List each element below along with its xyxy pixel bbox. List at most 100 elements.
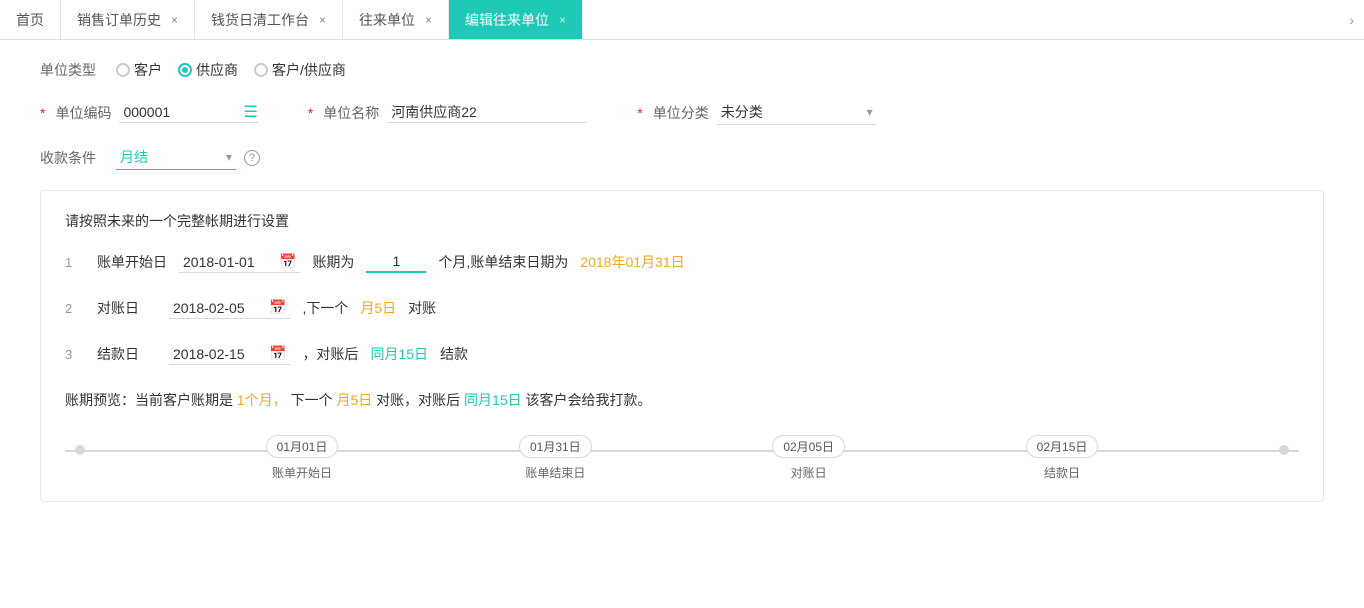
radio-supplier-circle xyxy=(178,63,192,77)
unit-name-group: * 单位名称 xyxy=(308,102,587,123)
payment-date-label: 结款日 xyxy=(97,344,157,364)
tab-home-label: 首页 xyxy=(16,10,44,30)
payment-date-input-wrap: 📅 xyxy=(169,343,290,365)
unit-category-group: * 单位分类 未分类 ▾ xyxy=(637,100,876,125)
start-date-input[interactable] xyxy=(183,254,273,270)
preview-payment-suffix: 该客户会给我打款。 xyxy=(526,392,652,408)
timeline-node-1: 01月31日 账单结束日 xyxy=(519,435,592,481)
tab-bar: 首页 销售订单历史 × 钱货日清工作台 × 往来单位 × 编辑往来单位 × › xyxy=(0,0,1364,40)
unit-code-input-wrap: ☰ xyxy=(119,102,257,123)
radio-both-circle xyxy=(254,63,268,77)
help-icon[interactable]: ? xyxy=(244,150,260,166)
period-input[interactable] xyxy=(366,251,426,273)
unit-code-star: * xyxy=(40,105,45,121)
payment-terms-chevron-icon: ▾ xyxy=(226,150,232,164)
node-badge-1: 01月31日 xyxy=(519,435,592,458)
payment-date-cal-icon[interactable]: 📅 xyxy=(269,345,286,362)
tab-sales-history-label: 销售订单历史 xyxy=(77,10,161,30)
timeline: 01月01日 账单开始日 01月31日 账单结束日 02月05日 对账日 02月… xyxy=(65,435,1299,481)
unit-category-chevron-icon: ▾ xyxy=(867,105,873,119)
tab-cash-work-close[interactable]: × xyxy=(319,13,326,27)
preview-period: 1个月， xyxy=(237,392,287,408)
period-unit-text: 个月,账单结束日期为 xyxy=(438,252,568,272)
unit-type-row: 单位类型 客户 供应商 客户/供应商 xyxy=(40,60,1324,80)
unit-code-group: * 单位编码 ☰ xyxy=(40,102,258,123)
reconcile-date-input[interactable] xyxy=(173,300,263,316)
tab-scroll-arrow[interactable]: › xyxy=(1339,0,1364,39)
unit-code-icon[interactable]: ☰ xyxy=(243,102,257,122)
tab-counterparty[interactable]: 往来单位 × xyxy=(343,0,449,39)
timeline-end-dot xyxy=(1279,445,1289,455)
unit-name-label: 单位名称 xyxy=(323,103,379,123)
payment-date-input[interactable] xyxy=(173,346,263,362)
setting-row-1: 1 账单开始日 📅 账期为 个月,账单结束日期为 2018年01月31日 xyxy=(65,251,1299,273)
unit-category-star: * xyxy=(637,105,642,121)
unit-type-radio-group: 客户 供应商 客户/供应商 xyxy=(116,60,346,80)
start-date-cal-icon[interactable]: 📅 xyxy=(279,253,296,270)
node-label-3: 结款日 xyxy=(1044,464,1080,481)
preview-reconcile-day: 月5日 xyxy=(336,392,372,408)
tab-edit-counterparty-label: 编辑往来单位 xyxy=(465,10,549,30)
reconcile-suffix: 对账 xyxy=(408,298,436,318)
reconcile-date-input-wrap: 📅 xyxy=(169,297,290,319)
node-label-1: 账单结束日 xyxy=(525,464,585,481)
radio-supplier-label: 供应商 xyxy=(196,60,238,80)
radio-both[interactable]: 客户/供应商 xyxy=(254,60,346,80)
tab-cash-work[interactable]: 钱货日清工作台 × xyxy=(195,0,343,39)
tab-home[interactable]: 首页 xyxy=(0,0,61,39)
unit-fields-row: * 单位编码 ☰ * 单位名称 * 单位分类 未分类 ▾ xyxy=(40,100,1324,125)
tab-cash-work-label: 钱货日清工作台 xyxy=(211,10,309,30)
unit-name-input[interactable] xyxy=(387,102,587,123)
preview-text: 账期预览：当前客户账期是 1个月， 下一个 月5日 对账，对账后 同月15日 该… xyxy=(65,389,1299,411)
node-label-0: 账单开始日 xyxy=(272,464,332,481)
payment-terms-label: 收款条件 xyxy=(40,148,96,168)
payment-suffix: 结款 xyxy=(440,344,468,364)
reconcile-date-cal-icon[interactable]: 📅 xyxy=(269,299,286,316)
payment-terms-group: 月结 ▾ ? xyxy=(116,145,260,170)
unit-type-label: 单位类型 xyxy=(40,60,96,80)
reconcile-highlight-day: 月5日 xyxy=(360,298,396,318)
payment-terms-row: 收款条件 月结 ▾ ? xyxy=(40,145,1324,170)
radio-both-label: 客户/供应商 xyxy=(272,60,346,80)
tab-sales-history-close[interactable]: × xyxy=(171,13,178,27)
tab-counterparty-label: 往来单位 xyxy=(359,10,415,30)
unit-category-value: 未分类 xyxy=(721,102,863,122)
payment-highlight-day: 同月15日 xyxy=(370,344,428,364)
tab-edit-counterparty[interactable]: 编辑往来单位 × xyxy=(449,0,583,39)
node-badge-3: 02月15日 xyxy=(1026,435,1099,458)
row-num-2: 2 xyxy=(65,301,85,316)
radio-customer[interactable]: 客户 xyxy=(116,60,162,80)
timeline-node-2: 02月05日 对账日 xyxy=(772,435,845,481)
unit-code-input[interactable] xyxy=(119,102,239,122)
setting-row-2: 2 对账日 📅 ,下一个 月5日 对账 xyxy=(65,297,1299,319)
row-num-3: 3 xyxy=(65,347,85,362)
payment-prefix: ，对账后 xyxy=(302,344,358,364)
setting-row-3: 3 结款日 📅 ，对账后 同月15日 结款 xyxy=(65,343,1299,365)
reconcile-prefix: ,下一个 xyxy=(302,298,348,318)
row-num-1: 1 xyxy=(65,255,85,270)
timeline-nodes: 01月01日 账单开始日 01月31日 账单结束日 02月05日 对账日 02月… xyxy=(75,435,1289,481)
timeline-start-dot xyxy=(75,445,85,455)
preview-reconcile-prefix: 下一个 xyxy=(291,392,333,408)
payment-terms-select[interactable]: 月结 ▾ xyxy=(116,145,236,170)
unit-code-label: 单位编码 xyxy=(55,103,111,123)
period-end-date: 2018年01月31日 xyxy=(580,252,684,272)
start-date-label: 账单开始日 xyxy=(97,252,167,272)
start-date-input-wrap: 📅 xyxy=(179,251,300,273)
preview-label: 账期预览：当前客户账期是 xyxy=(65,392,233,408)
tab-sales-history[interactable]: 销售订单历史 × xyxy=(61,0,195,39)
radio-customer-label: 客户 xyxy=(134,60,162,80)
timeline-node-0: 01月01日 账单开始日 xyxy=(266,435,339,481)
tab-counterparty-close[interactable]: × xyxy=(425,13,432,27)
node-badge-2: 02月05日 xyxy=(772,435,845,458)
node-badge-0: 01月01日 xyxy=(266,435,339,458)
unit-name-star: * xyxy=(308,105,313,121)
timeline-node-3: 02月15日 结款日 xyxy=(1026,435,1099,481)
radio-supplier[interactable]: 供应商 xyxy=(178,60,238,80)
preview-payment-day: 同月15日 xyxy=(464,392,522,408)
settings-section: 请按照未来的一个完整帐期进行设置 1 账单开始日 📅 账期为 个月,账单结束日期… xyxy=(40,190,1324,502)
unit-category-select[interactable]: 未分类 ▾ xyxy=(717,100,877,125)
section-instruction: 请按照未来的一个完整帐期进行设置 xyxy=(65,211,1299,231)
tab-edit-counterparty-close[interactable]: × xyxy=(559,13,566,27)
main-content: 单位类型 客户 供应商 客户/供应商 * 单位编码 ☰ xyxy=(0,40,1364,608)
